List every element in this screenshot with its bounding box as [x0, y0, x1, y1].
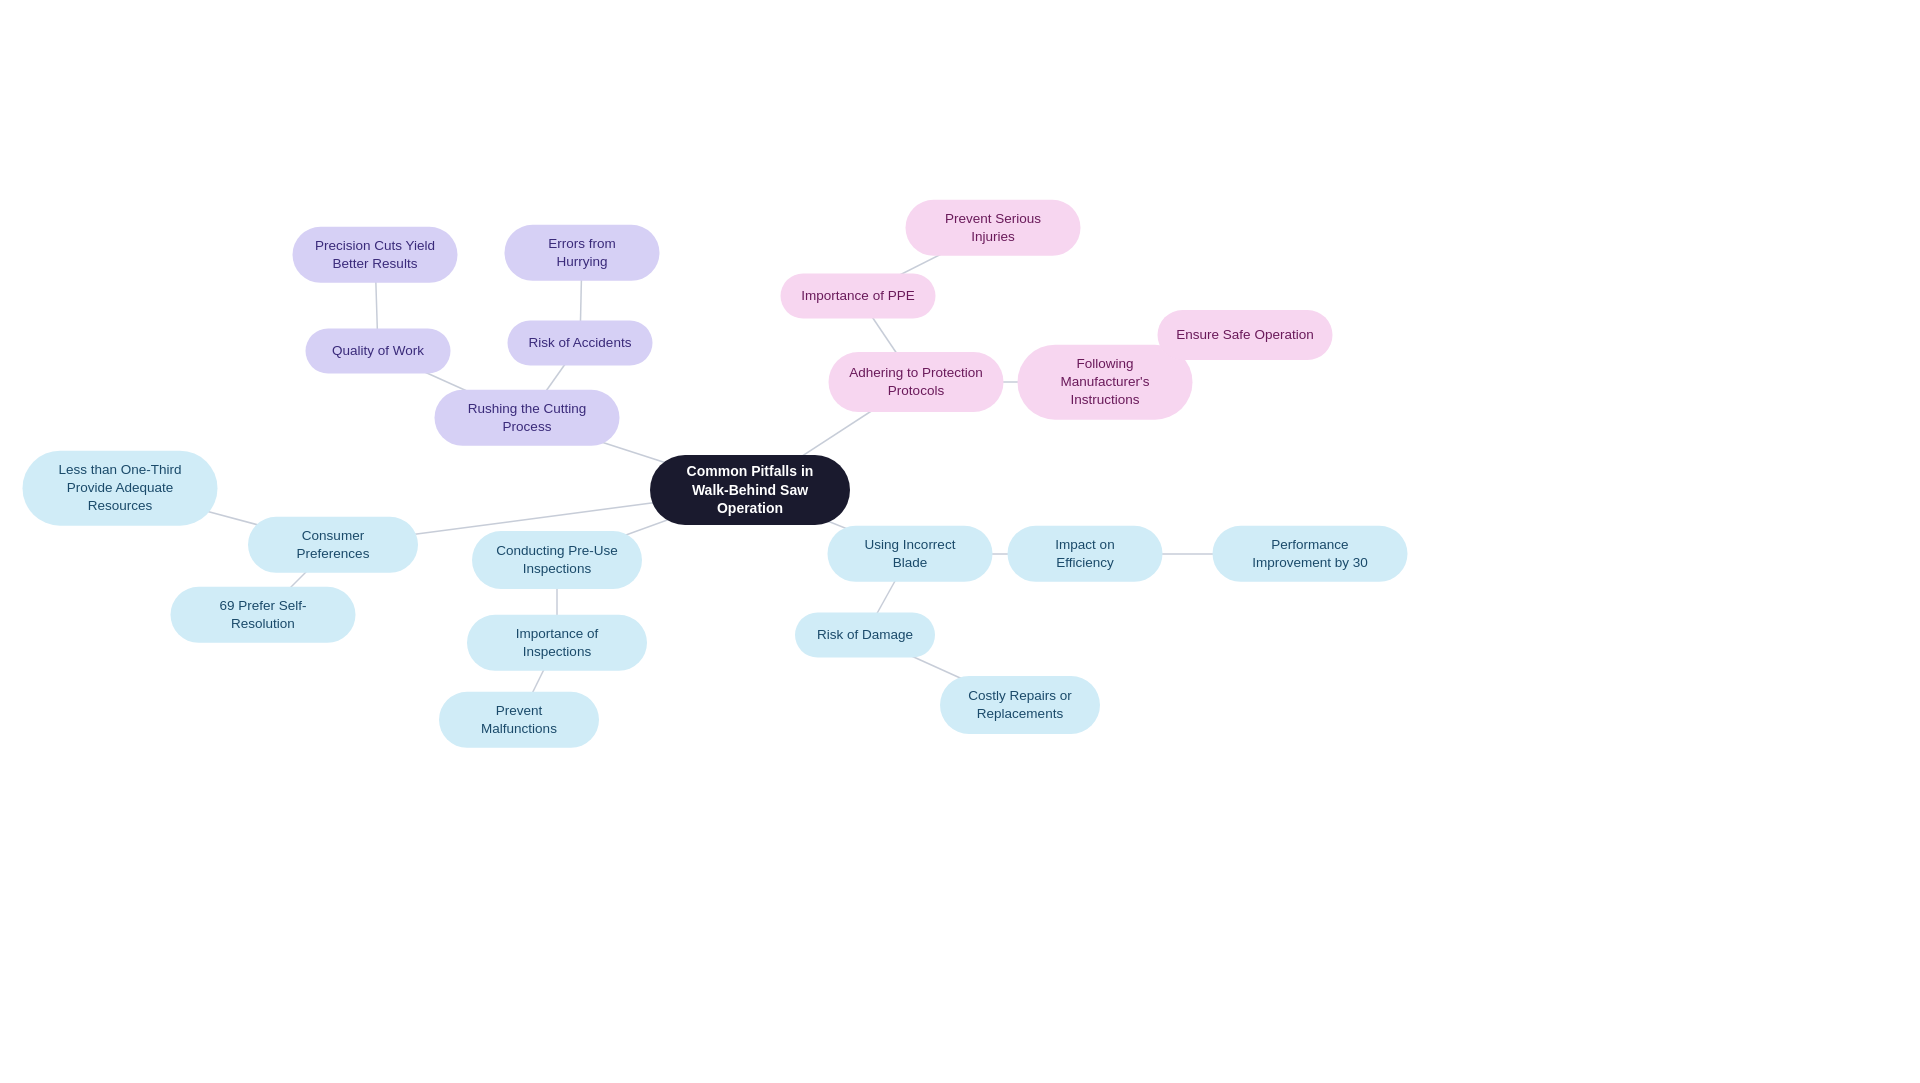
node-importance_insp: Importance of Inspections [467, 615, 647, 671]
mindmap-container: Common Pitfalls in Walk-Behind Saw Opera… [0, 0, 1920, 1083]
node-impact_eff: Impact on Efficiency [1008, 526, 1163, 582]
node-perf_improve: Performance Improvement by 30 [1213, 526, 1408, 582]
node-consumer_pref: Consumer Preferences [248, 517, 418, 573]
node-ppe: Importance of PPE [781, 274, 936, 319]
node-following: Following Manufacturer's Instructions [1018, 345, 1193, 420]
node-rushing: Rushing the Cutting Process [435, 390, 620, 446]
node-prevent_injuries: Prevent Serious Injuries [906, 200, 1081, 256]
node-risk_accidents: Risk of Accidents [508, 321, 653, 366]
node-precision: Precision Cuts Yield Better Results [293, 227, 458, 283]
node-prefer_self: 69 Prefer Self-Resolution [171, 587, 356, 643]
center-node: Common Pitfalls in Walk-Behind Saw Opera… [650, 455, 850, 525]
node-ensure_safe: Ensure Safe Operation [1158, 310, 1333, 360]
node-less_than: Less than One-Third Provide Adequate Res… [23, 451, 218, 526]
node-quality: Quality of Work [306, 329, 451, 374]
node-costly: Costly Repairs or Replacements [940, 676, 1100, 734]
node-risk_damage: Risk of Damage [795, 613, 935, 658]
node-errors: Errors from Hurrying [505, 225, 660, 281]
node-incorrect_blade: Using Incorrect Blade [828, 526, 993, 582]
node-adhering: Adhering to Protection Protocols [829, 352, 1004, 412]
node-prevent_malf: Prevent Malfunctions [439, 692, 599, 748]
node-pre_use: Conducting Pre-Use Inspections [472, 531, 642, 589]
